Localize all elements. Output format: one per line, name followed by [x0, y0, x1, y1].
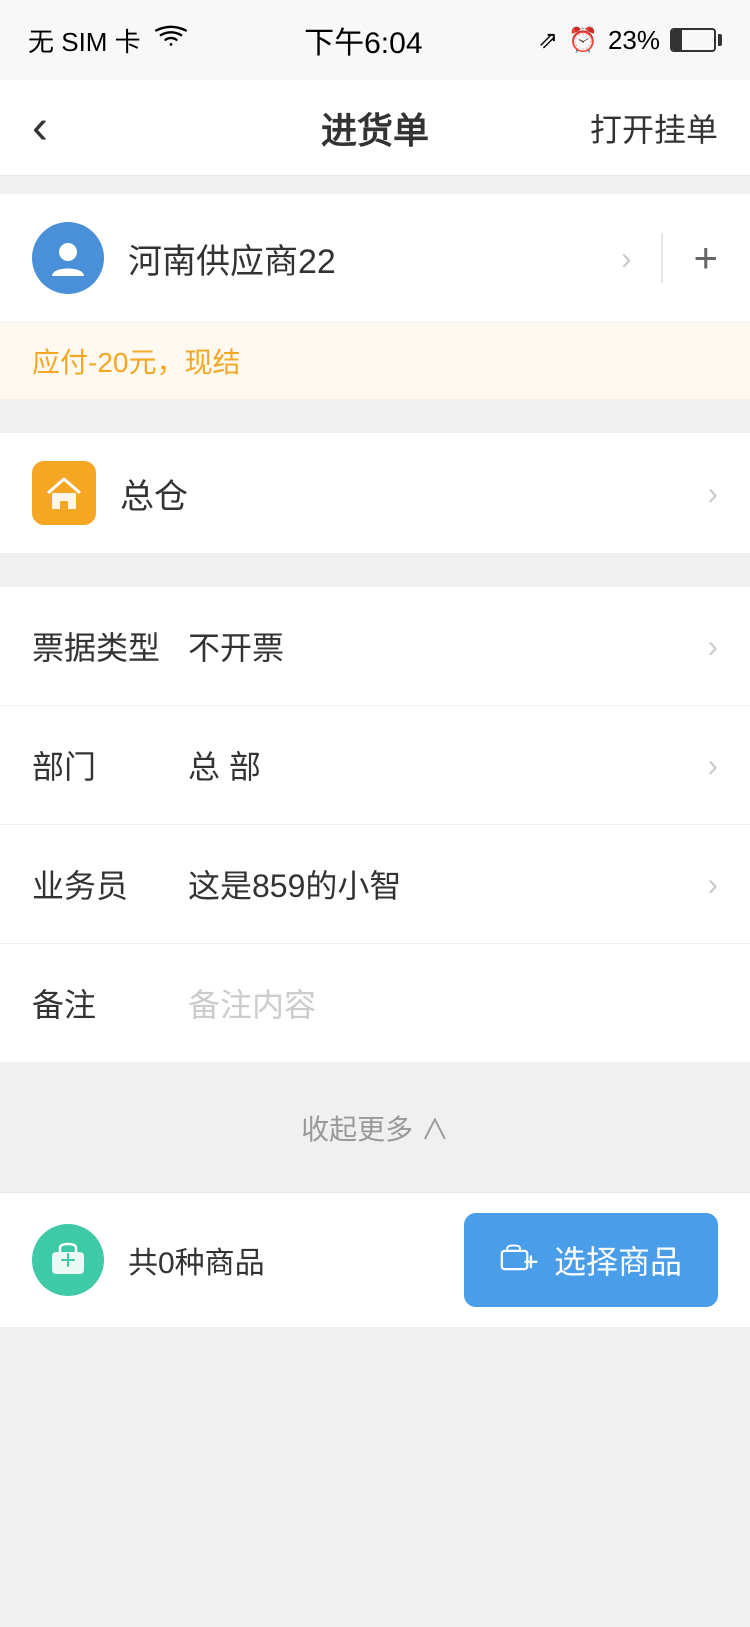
warehouse-row[interactable]: 总仓 › — [0, 433, 750, 569]
remark-label: 备注 — [32, 980, 172, 1026]
battery-pct: 23% — [608, 25, 660, 56]
remark-row[interactable]: 备注 备注内容 — [0, 944, 750, 1062]
location-icon: ⇗ — [538, 26, 558, 55]
select-product-label: 选择商品 — [554, 1237, 682, 1283]
warehouse-card: 总仓 › — [0, 433, 750, 569]
dept-row[interactable]: 部门 总 部 › — [0, 706, 750, 825]
remark-input[interactable]: 备注内容 — [172, 980, 718, 1026]
supplier-row[interactable]: 河南供应商22 › + — [0, 194, 750, 323]
dept-label: 部门 — [32, 742, 172, 788]
collapse-label: 收起更多 ∧ — [301, 1114, 449, 1145]
warehouse-icon — [32, 461, 96, 525]
ticket-type-value: 不开票 — [172, 623, 707, 669]
nav-bar: ‹ 进货单 打开挂单 — [0, 80, 750, 176]
select-product-button[interactable]: 选择商品 — [464, 1213, 718, 1307]
wifi-icon — [153, 24, 189, 57]
sales-label: 业务员 — [32, 861, 172, 907]
carrier-label: 无 SIM 卡 — [28, 22, 141, 59]
form-card: 票据类型 不开票 › 部门 总 部 › 业务员 这是859的小智 › 备注 备注… — [0, 587, 750, 1062]
page-title: 进货单 — [321, 102, 429, 154]
supplier-card: 河南供应商22 › + 应付-20元，现结 — [0, 194, 750, 415]
product-icon — [32, 1224, 104, 1296]
status-right: ⇗ ⏰ 23% — [538, 25, 722, 56]
sales-chevron-icon: › — [707, 866, 718, 903]
back-button[interactable]: ‹ — [32, 100, 92, 155]
open-pending-button[interactable]: 打开挂单 — [590, 105, 718, 151]
supplier-name: 河南供应商22 — [128, 234, 621, 283]
sales-row[interactable]: 业务员 这是859的小智 › — [0, 825, 750, 944]
add-supplier-button[interactable]: + — [693, 234, 718, 282]
ticket-type-label: 票据类型 — [32, 623, 172, 669]
ticket-type-row[interactable]: 票据类型 不开票 › — [0, 587, 750, 706]
status-bar: 无 SIM 卡 下午6:04 ⇗ ⏰ 23% — [0, 0, 750, 80]
notice-text: 应付-20元，现结 — [32, 347, 240, 378]
status-time: 下午6:04 — [304, 18, 422, 62]
alarm-icon: ⏰ — [568, 26, 598, 55]
collapse-row[interactable]: 收起更多 ∧ — [0, 1080, 750, 1192]
bottom-bar: 共0种商品 选择商品 — [0, 1192, 750, 1327]
ticket-type-chevron-icon: › — [707, 628, 718, 665]
warehouse-chevron-icon: › — [707, 475, 718, 512]
supplier-chevron-icon: › — [621, 240, 632, 277]
dept-value: 总 部 — [172, 742, 707, 788]
status-left: 无 SIM 卡 — [28, 22, 189, 59]
product-count: 共0种商品 — [128, 1238, 464, 1282]
battery-icon — [670, 28, 722, 52]
supplier-divider — [661, 233, 663, 283]
sales-value: 这是859的小智 — [172, 861, 707, 907]
dept-chevron-icon: › — [707, 747, 718, 784]
page-background — [0, 1327, 750, 1627]
warehouse-name: 总仓 — [120, 469, 707, 518]
supplier-avatar — [32, 222, 104, 294]
notice-row: 应付-20元，现结 — [0, 323, 750, 415]
